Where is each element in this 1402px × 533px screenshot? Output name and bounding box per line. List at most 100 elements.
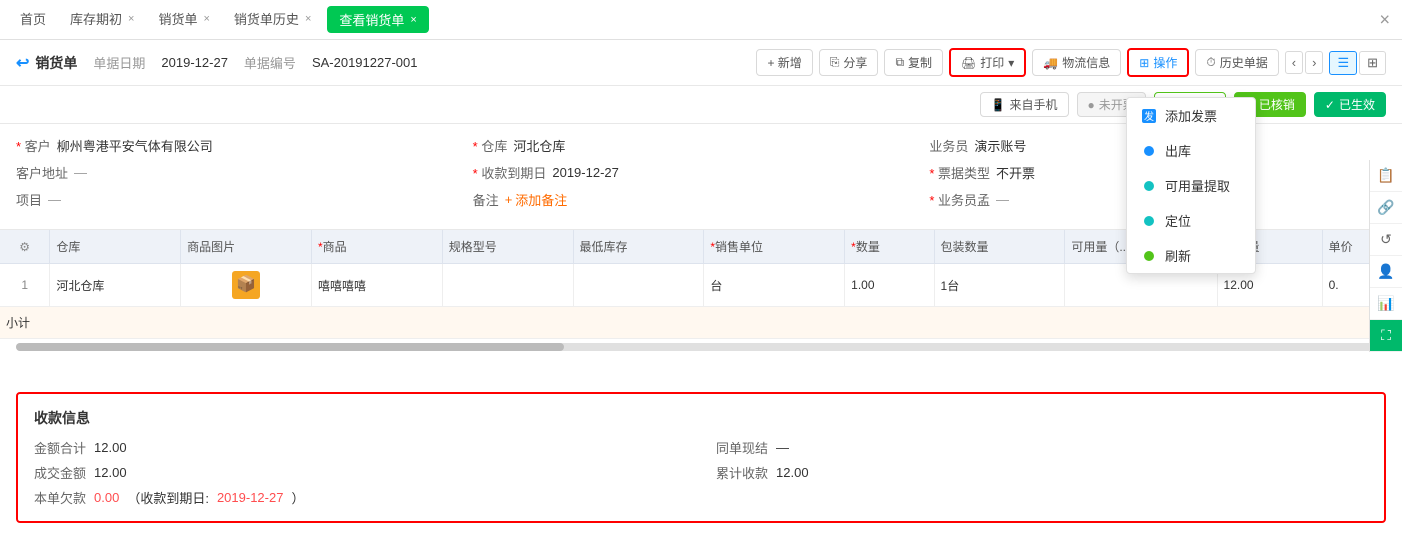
tab-history-label: 销货单历史 <box>234 9 299 28</box>
col-warehouse: 仓库 <box>50 230 181 264</box>
share-icon: ⎘ <box>830 55 840 70</box>
payment-row-total: 金额合计 12.00 <box>34 438 686 457</box>
cumulative-key: 累计收款 <box>716 463 768 482</box>
col-min-stock: 最低库存 <box>573 230 704 264</box>
doc-number-value: SA-20191227-001 <box>312 55 418 70</box>
tab-inventory-close[interactable]: × <box>128 13 134 25</box>
right-tool-user[interactable]: 👤 <box>1370 256 1402 288</box>
available-qty-item[interactable]: 可用量提取 <box>1127 168 1255 203</box>
right-tool-refresh[interactable]: ↺ <box>1370 224 1402 256</box>
product-col-label: 商品 <box>323 240 347 254</box>
row-index: 1 <box>0 264 50 307</box>
subtotal-row: 小计 <box>0 307 1402 339</box>
grid-view-button[interactable]: ⊞ <box>1359 51 1386 75</box>
due-date: 2019-12-27 <box>217 490 284 505</box>
tab-view-sales-label: 查看销货单 <box>339 10 404 29</box>
total-amount-key: 金额合计 <box>34 438 86 457</box>
transaction-key: 成交金额 <box>34 463 86 482</box>
logistics-button[interactable]: 🚚 物流信息 <box>1032 49 1121 76</box>
share-button[interactable]: ⎘ 分享 <box>819 49 879 76</box>
toolbar-right: + 新增 ⎘ 分享 ⧉ 复制 🖨 打印 ▾ 🚚 物流信息 ⊞ 操作 <box>756 48 1386 77</box>
right-tool-clipboard[interactable]: 📋 <box>1370 160 1402 192</box>
project-value: — <box>48 192 61 207</box>
salesperson-label: 业务员孟 <box>929 190 990 209</box>
copy-button[interactable]: ⧉ 复制 <box>884 49 943 76</box>
mobile-icon: 📱 <box>991 98 1006 112</box>
payment-due-field: 收款到期日 2019-12-27 <box>473 163 930 182</box>
row-warehouse: 河北仓库 <box>50 264 181 307</box>
payment-due-value: 2019-12-27 <box>552 165 619 180</box>
min-stock-col-label: 最低库存 <box>580 240 628 254</box>
global-close-button[interactable]: × <box>1379 9 1390 30</box>
circle-green-icon <box>1144 251 1154 261</box>
row-product: 嘻嘻嘻嘻 <box>311 264 442 307</box>
horizontal-scrollbar[interactable] <box>16 343 1386 351</box>
note-field: 备注 + 添加备注 <box>473 190 930 209</box>
salesperson-value: — <box>996 192 1009 207</box>
history-icon: ⏱ <box>1206 55 1215 70</box>
tab-sales[interactable]: 销货单 × <box>146 0 221 40</box>
tab-sales-close[interactable]: × <box>203 13 209 25</box>
tab-history[interactable]: 销货单历史 × <box>222 0 323 40</box>
warehouse-value: 河北仓库 <box>513 136 565 155</box>
scrollbar-thumb[interactable] <box>16 343 564 351</box>
tab-inventory[interactable]: 库存期初 × <box>58 0 146 40</box>
view-buttons: ☰ ⊞ <box>1329 51 1386 75</box>
history-button[interactable]: ⏱ 历史单据 <box>1195 49 1278 76</box>
print-label: 打印 <box>980 54 1004 71</box>
add-invoice-icon: 发 <box>1141 108 1157 124</box>
col-pack-qty: 包装数量 <box>934 230 1065 264</box>
project-field: 项目 — <box>16 190 473 209</box>
right-tool-expand[interactable]: ⛶ <box>1370 320 1402 352</box>
payment-grid: 金额合计 12.00 同单现结 — 成交金额 12.00 累计收款 12.00 … <box>34 438 1368 507</box>
next-arrow[interactable]: › <box>1305 51 1323 74</box>
prev-arrow[interactable]: ‹ <box>1285 51 1303 74</box>
tab-view-sales[interactable]: 查看销货单 × <box>327 6 428 33</box>
invoice-icon: ● <box>1088 98 1095 112</box>
copy-icon: ⧉ <box>895 55 904 70</box>
outbound-item[interactable]: 出库 <box>1127 133 1255 168</box>
col-gear: ⚙ <box>0 230 50 264</box>
refresh-item[interactable]: 刷新 <box>1127 238 1255 273</box>
add-note-button[interactable]: + 添加备注 <box>505 190 568 209</box>
truck-icon: 🚚 <box>1043 56 1058 70</box>
tab-inventory-label: 库存期初 <box>70 9 122 28</box>
sales-unit-col-label: 销售单位 <box>715 240 763 254</box>
doc-title-icon: ↩ <box>16 53 29 73</box>
right-tool-chart[interactable]: 📊 <box>1370 288 1402 320</box>
doc-meta: 单据日期 2019-12-27 单据编号 SA-20191227-001 <box>93 53 417 72</box>
tab-view-sales-close[interactable]: × <box>410 14 416 26</box>
address-field: 客户地址 — <box>16 163 473 182</box>
col-quantity: *数量 <box>845 230 934 264</box>
mobile-badge[interactable]: 📱 来自手机 <box>980 92 1069 117</box>
pack-qty-col-label: 包装数量 <box>941 240 989 254</box>
doc-number-label: 单据编号 <box>244 53 296 72</box>
operation-button[interactable]: ⊞ 操作 <box>1127 48 1189 77</box>
print-button[interactable]: 🖨 打印 ▾ <box>949 48 1026 77</box>
add-invoice-label: 添加发票 <box>1165 106 1217 125</box>
add-invoice-item[interactable]: 发 添加发票 <box>1127 98 1255 133</box>
quantity-col-label: 数量 <box>856 240 880 254</box>
payment-row-settlement: 同单现结 — <box>716 438 1368 457</box>
outbound-icon <box>1141 143 1157 159</box>
right-tool-link[interactable]: 🔗 <box>1370 192 1402 224</box>
row-min-stock <box>573 264 704 307</box>
available-qty-label: 可用量提取 <box>1165 176 1230 195</box>
operator-label: 业务员 <box>929 136 968 155</box>
locate-item[interactable]: 定位 <box>1127 203 1255 238</box>
add-button[interactable]: + 新增 <box>756 49 812 76</box>
tab-home[interactable]: 首页 <box>8 0 58 40</box>
address-value: — <box>74 165 87 180</box>
settlement-key: 同单现结 <box>716 438 768 457</box>
total-amount-val: 12.00 <box>94 440 127 455</box>
effective-badge[interactable]: ✓ 已生效 <box>1314 92 1386 117</box>
payment-section: 收款信息 金额合计 12.00 同单现结 — 成交金额 12.00 累计收款 1… <box>16 392 1386 523</box>
col-spec: 规格型号 <box>442 230 573 264</box>
doc-date-label: 单据日期 <box>93 53 145 72</box>
tab-home-label: 首页 <box>20 9 46 28</box>
print-dropdown-icon: ▾ <box>1008 56 1014 70</box>
tab-history-close[interactable]: × <box>305 13 311 25</box>
list-view-button[interactable]: ☰ <box>1329 51 1357 75</box>
payment-row-due: 本单欠款 0.00 （收款到期日: 2019-12-27） <box>34 488 1368 507</box>
available-col-label: 可用量（... <box>1071 240 1129 254</box>
